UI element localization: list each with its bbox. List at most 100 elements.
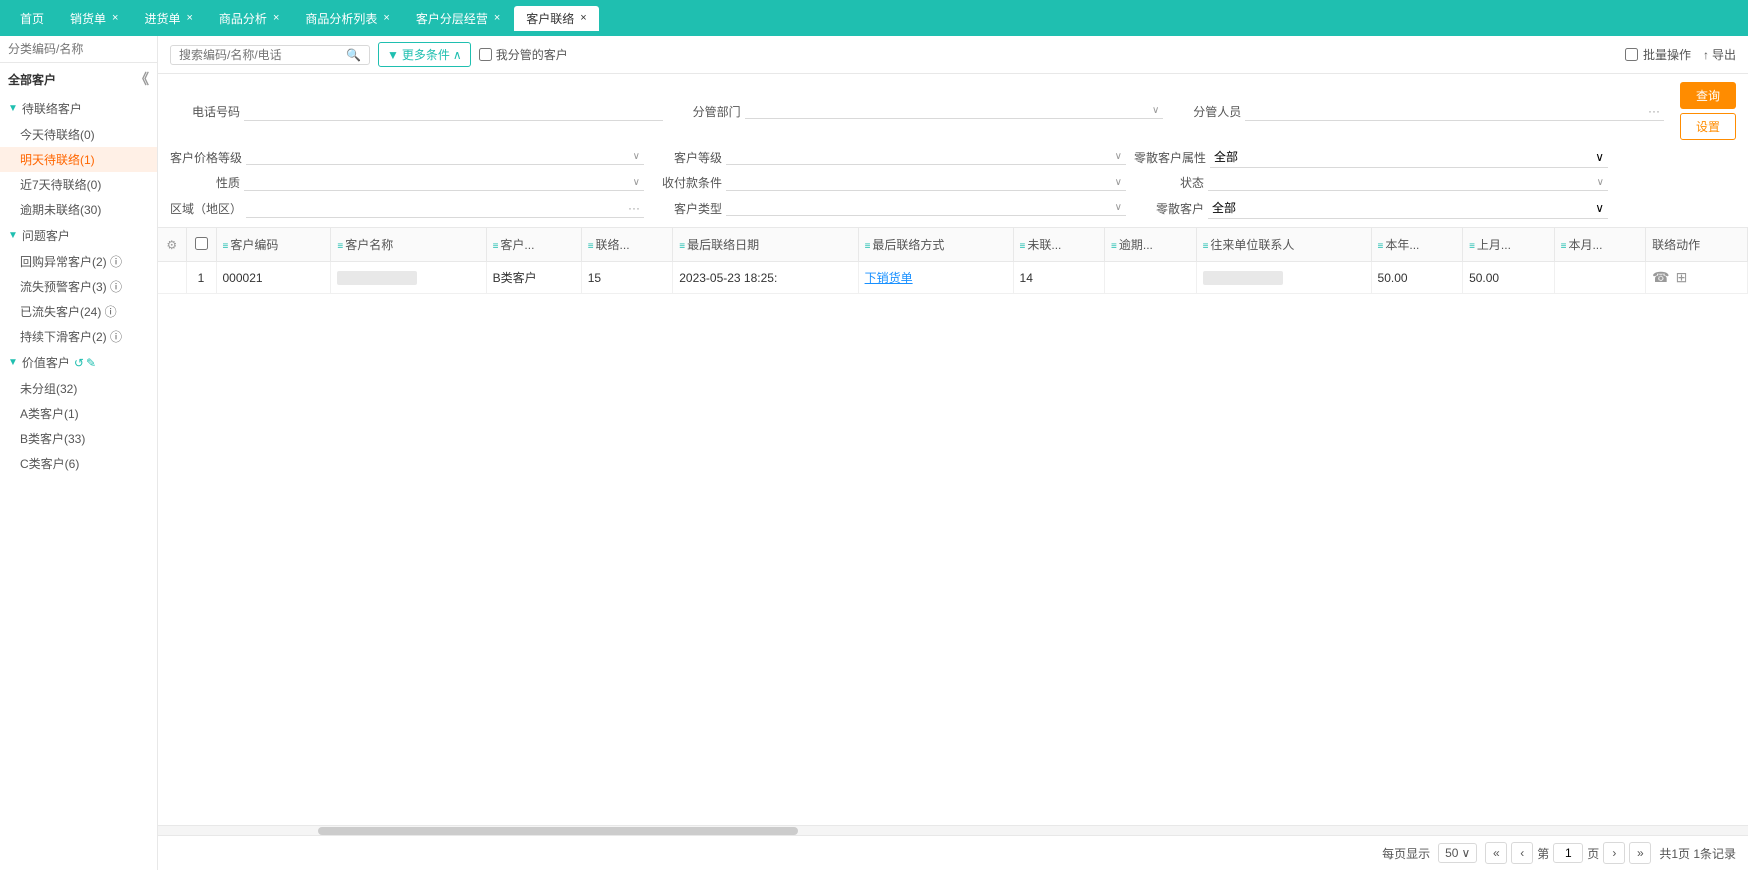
filter-field-sparse-attr: 零散客户属性 全部 ∨ bbox=[1134, 146, 1608, 168]
home-label: 首页 bbox=[20, 10, 44, 27]
sidebar-item-class-a[interactable]: A类客户(1) bbox=[0, 401, 157, 426]
today-label: 今天待联络(0) bbox=[20, 128, 95, 142]
page-input[interactable] bbox=[1553, 843, 1583, 863]
sidebar-group-problem[interactable]: ▼ 问题客户 bbox=[0, 222, 157, 249]
churned-label: 已流失客户(24) ⓘ bbox=[20, 305, 117, 319]
prev-page-btn[interactable]: ‹ bbox=[1511, 842, 1533, 864]
next-page-btn[interactable]: › bbox=[1603, 842, 1625, 864]
nav-home[interactable]: 首页 bbox=[8, 6, 56, 31]
batch-op-checkbox[interactable] bbox=[1625, 48, 1638, 61]
more-filter-btn[interactable]: ▼ 更多条件 ∧ bbox=[378, 42, 471, 67]
last-page-btn[interactable]: » bbox=[1629, 842, 1651, 864]
sidebar-item-repurchase-abnormal[interactable]: 回购异常客户(2) ⓘ bbox=[0, 249, 157, 274]
action-icons: ☎ ⊞ bbox=[1652, 269, 1741, 286]
value-refresh-icon[interactable]: ↺ bbox=[74, 356, 84, 370]
export-btn[interactable]: ↑ 导出 bbox=[1703, 46, 1736, 63]
nav-item-product-analysis[interactable]: 商品分析 × bbox=[207, 6, 291, 31]
sparse-attr-select[interactable]: 全部 ∨ bbox=[1210, 146, 1608, 168]
sidebar-item-declining[interactable]: 持续下滑客户(2) ⓘ bbox=[0, 324, 157, 349]
sparse-attr-value: 全部 bbox=[1214, 148, 1238, 165]
nav-close-customer-contact[interactable]: × bbox=[580, 12, 586, 24]
col-settings[interactable]: ⚙ bbox=[158, 228, 186, 262]
search-input[interactable] bbox=[179, 48, 342, 62]
col-checkbox[interactable] bbox=[186, 228, 216, 262]
sidebar-all-customers[interactable]: 全部客户 《 bbox=[0, 63, 157, 95]
last-page-icon: » bbox=[1637, 846, 1644, 860]
sidebar-item-7days[interactable]: 近7天待联络(0) bbox=[0, 172, 157, 197]
name-sort-icon[interactable]: ≡ bbox=[337, 241, 343, 252]
query-btn[interactable]: 查询 bbox=[1680, 82, 1736, 109]
year-sort-icon[interactable]: ≡ bbox=[1378, 241, 1384, 252]
date-sort-icon[interactable]: ≡ bbox=[679, 241, 685, 252]
sidebar-item-ungrouped[interactable]: 未分组(32) bbox=[0, 376, 157, 401]
nature-label: 性质 bbox=[170, 174, 240, 191]
sparse-customer-select[interactable]: 全部 ∨ bbox=[1208, 197, 1608, 219]
filter-field-status: 状态 ∨ bbox=[1134, 174, 1608, 191]
nav-close-sales[interactable]: × bbox=[112, 12, 118, 24]
value-group-label: 价值客户 bbox=[22, 354, 70, 371]
customer-level-select[interactable]: ∨ bbox=[726, 149, 1126, 165]
status-select[interactable]: ∨ bbox=[1208, 175, 1608, 191]
last-contact-link[interactable]: 下销货单 bbox=[865, 271, 913, 285]
row-this-year: 50.00 bbox=[1371, 262, 1463, 294]
manager-select[interactable]: ··· bbox=[1245, 102, 1664, 121]
method-sort-icon[interactable]: ≡ bbox=[865, 241, 871, 252]
sidebar-item-tomorrow[interactable]: 明天待联络(1) bbox=[0, 147, 157, 172]
region-dots-icon[interactable]: ··· bbox=[628, 201, 640, 215]
settings-btn[interactable]: 设置 bbox=[1680, 113, 1736, 140]
manager-dots-icon[interactable]: ··· bbox=[1648, 104, 1660, 118]
value-edit-icon[interactable]: ✎ bbox=[86, 356, 96, 370]
main-layout: 🔍 全部客户 《 ▼ 待联络客户 今天待联络(0) 明天待联络(1) 近7天待联… bbox=[0, 36, 1748, 870]
customer-type-select[interactable]: ∨ bbox=[726, 200, 1126, 216]
customer-level-label: 客户等级 bbox=[652, 149, 722, 166]
row-last-contact-method: 下销货单 bbox=[858, 262, 1013, 294]
nav-close-customer-segment[interactable]: × bbox=[494, 12, 500, 24]
phone-input[interactable] bbox=[244, 102, 663, 121]
sidebar-item-churn-warning[interactable]: 流失预警客户(3) ⓘ bbox=[0, 274, 157, 299]
sidebar-item-churned[interactable]: 已流失客户(24) ⓘ bbox=[0, 299, 157, 324]
code-sort-icon[interactable]: ≡ bbox=[223, 241, 229, 252]
price-level-select[interactable]: ∨ bbox=[246, 149, 644, 165]
sidebar-group-pending[interactable]: ▼ 待联络客户 bbox=[0, 95, 157, 122]
sidebar-item-class-b[interactable]: B类客户(33) bbox=[0, 426, 157, 451]
region-select[interactable]: ··· bbox=[246, 199, 644, 218]
type-sort-icon[interactable]: ≡ bbox=[493, 241, 499, 252]
scrollbar-thumb[interactable] bbox=[318, 827, 798, 835]
not-sort-icon[interactable]: ≡ bbox=[1020, 241, 1026, 252]
repurchase-abnormal-label: 回购异常客户(2) ⓘ bbox=[20, 255, 122, 269]
sidebar-item-today[interactable]: 今天待联络(0) bbox=[0, 122, 157, 147]
my-customers-checkbox[interactable] bbox=[479, 48, 492, 61]
horizontal-scrollbar[interactable] bbox=[158, 825, 1748, 835]
unit-sort-icon[interactable]: ≡ bbox=[1203, 241, 1209, 252]
nav-item-purchase[interactable]: 进货单 × bbox=[132, 6, 204, 31]
sidebar-search-input[interactable] bbox=[8, 42, 158, 56]
page-size-select[interactable]: 50 ∨ bbox=[1438, 843, 1477, 863]
batch-op-btn[interactable]: 批量操作 bbox=[1625, 46, 1691, 63]
payment-select[interactable]: ∨ bbox=[726, 175, 1126, 191]
row-this-month bbox=[1554, 262, 1646, 294]
sidebar-group-value[interactable]: ▼ 价值客户 ↺ ✎ bbox=[0, 349, 157, 376]
contact-sort-icon[interactable]: ≡ bbox=[588, 241, 594, 252]
nav-close-product-analysis[interactable]: × bbox=[273, 12, 279, 24]
action-contact-icon[interactable]: ☎ bbox=[1652, 269, 1669, 286]
nav-item-customer-segment[interactable]: 客户分层经营 × bbox=[404, 6, 512, 31]
filter-field-nature: 性质 ∨ bbox=[170, 174, 644, 191]
search-icon-btn[interactable]: 🔍 bbox=[346, 48, 361, 62]
month-sort-icon[interactable]: ≡ bbox=[1561, 241, 1567, 252]
churn-warning-label: 流失预警客户(3) ⓘ bbox=[20, 280, 122, 294]
nav-close-purchase[interactable]: × bbox=[186, 12, 192, 24]
sidebar-item-overdue[interactable]: 逾期未联络(30) bbox=[0, 197, 157, 222]
dept-select[interactable]: ∨ bbox=[745, 103, 1164, 119]
nature-select[interactable]: ∨ bbox=[244, 175, 644, 191]
sidebar-item-class-c[interactable]: C类客户(6) bbox=[0, 451, 157, 476]
nav-item-customer-contact[interactable]: 客户联络 × bbox=[514, 6, 598, 31]
nav-item-product-analysis-list[interactable]: 商品分析列表 × bbox=[293, 6, 401, 31]
first-page-btn[interactable]: « bbox=[1485, 842, 1507, 864]
select-all-checkbox[interactable] bbox=[195, 237, 208, 250]
nav-item-sales[interactable]: 销货单 × bbox=[58, 6, 130, 31]
nav-close-product-analysis-list[interactable]: × bbox=[383, 12, 389, 24]
payment-chevron-icon: ∨ bbox=[1115, 177, 1122, 188]
action-more-icon[interactable]: ⊞ bbox=[1676, 269, 1688, 286]
overdue-sort-icon[interactable]: ≡ bbox=[1111, 241, 1117, 252]
lmonth-sort-icon[interactable]: ≡ bbox=[1469, 241, 1475, 252]
